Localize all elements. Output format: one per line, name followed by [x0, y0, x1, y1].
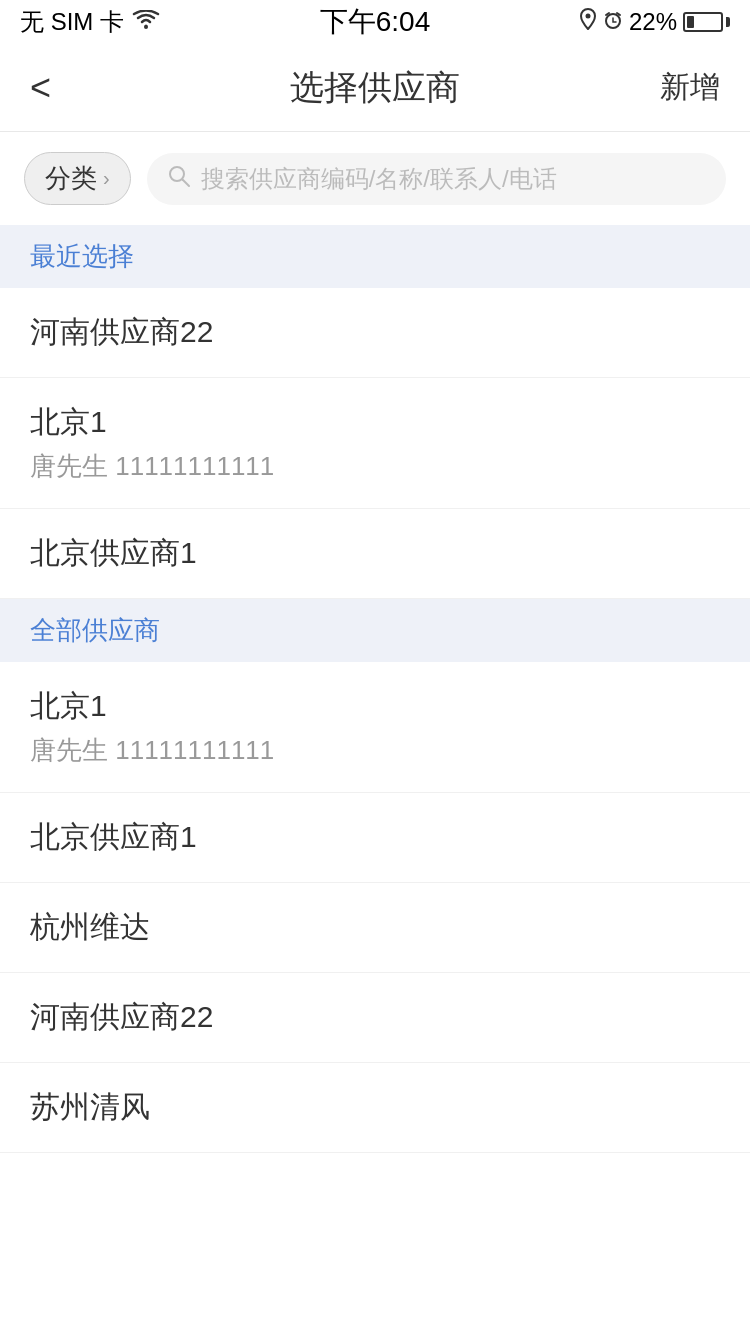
location-icon [579, 8, 597, 36]
search-input[interactable] [201, 163, 706, 194]
search-icon [167, 163, 191, 195]
svg-line-4 [182, 179, 189, 186]
search-bar: 分类 › [0, 132, 750, 225]
nav-bar: < 选择供应商 新增 [0, 44, 750, 132]
list-item[interactable]: 北京1 唐先生 11111111111 [0, 378, 750, 509]
status-bar: 无 SIM 卡 下午6:04 22 [0, 0, 750, 44]
wifi-icon [132, 8, 160, 36]
alarm-icon [603, 8, 623, 36]
add-button[interactable]: 新增 [660, 67, 720, 108]
battery-percent: 22% [629, 8, 677, 36]
status-right: 22% [579, 8, 730, 36]
status-time: 下午6:04 [320, 3, 431, 41]
carrier-label: 无 SIM 卡 [20, 6, 124, 38]
chevron-right-icon: › [103, 167, 110, 190]
list-item[interactable]: 杭州维达 [0, 883, 750, 973]
search-input-wrapper[interactable] [147, 153, 726, 205]
supplier-contact: 唐先生 11111111111 [30, 449, 720, 484]
list-item[interactable]: 北京供应商1 [0, 793, 750, 883]
list-item[interactable]: 北京1 唐先生 11111111111 [0, 662, 750, 793]
section-header-all: 全部供应商 [0, 599, 750, 662]
svg-point-0 [144, 25, 148, 29]
list-item[interactable]: 北京供应商1 [0, 509, 750, 599]
supplier-name: 杭州维达 [30, 907, 720, 948]
supplier-name: 河南供应商22 [30, 997, 720, 1038]
supplier-list: 最近选择河南供应商22 北京1 唐先生 11111111111 北京供应商1 全部供应商… [0, 225, 750, 1153]
battery-icon [683, 12, 730, 32]
supplier-name: 北京1 [30, 402, 720, 443]
supplier-name: 河南供应商22 [30, 312, 720, 353]
category-label: 分类 [45, 161, 97, 196]
section-header-recent: 最近选择 [0, 225, 750, 288]
category-filter-button[interactable]: 分类 › [24, 152, 131, 205]
supplier-contact: 唐先生 11111111111 [30, 733, 720, 768]
supplier-name: 北京供应商1 [30, 817, 720, 858]
supplier-name: 北京1 [30, 686, 720, 727]
page-title: 选择供应商 [290, 65, 460, 111]
status-left: 无 SIM 卡 [20, 6, 160, 38]
list-item[interactable]: 河南供应商22 [0, 288, 750, 378]
back-button[interactable]: < [30, 67, 90, 109]
list-item[interactable]: 苏州清风 [0, 1063, 750, 1153]
list-item[interactable]: 河南供应商22 [0, 973, 750, 1063]
supplier-name: 北京供应商1 [30, 533, 720, 574]
svg-point-1 [585, 14, 590, 19]
supplier-name: 苏州清风 [30, 1087, 720, 1128]
